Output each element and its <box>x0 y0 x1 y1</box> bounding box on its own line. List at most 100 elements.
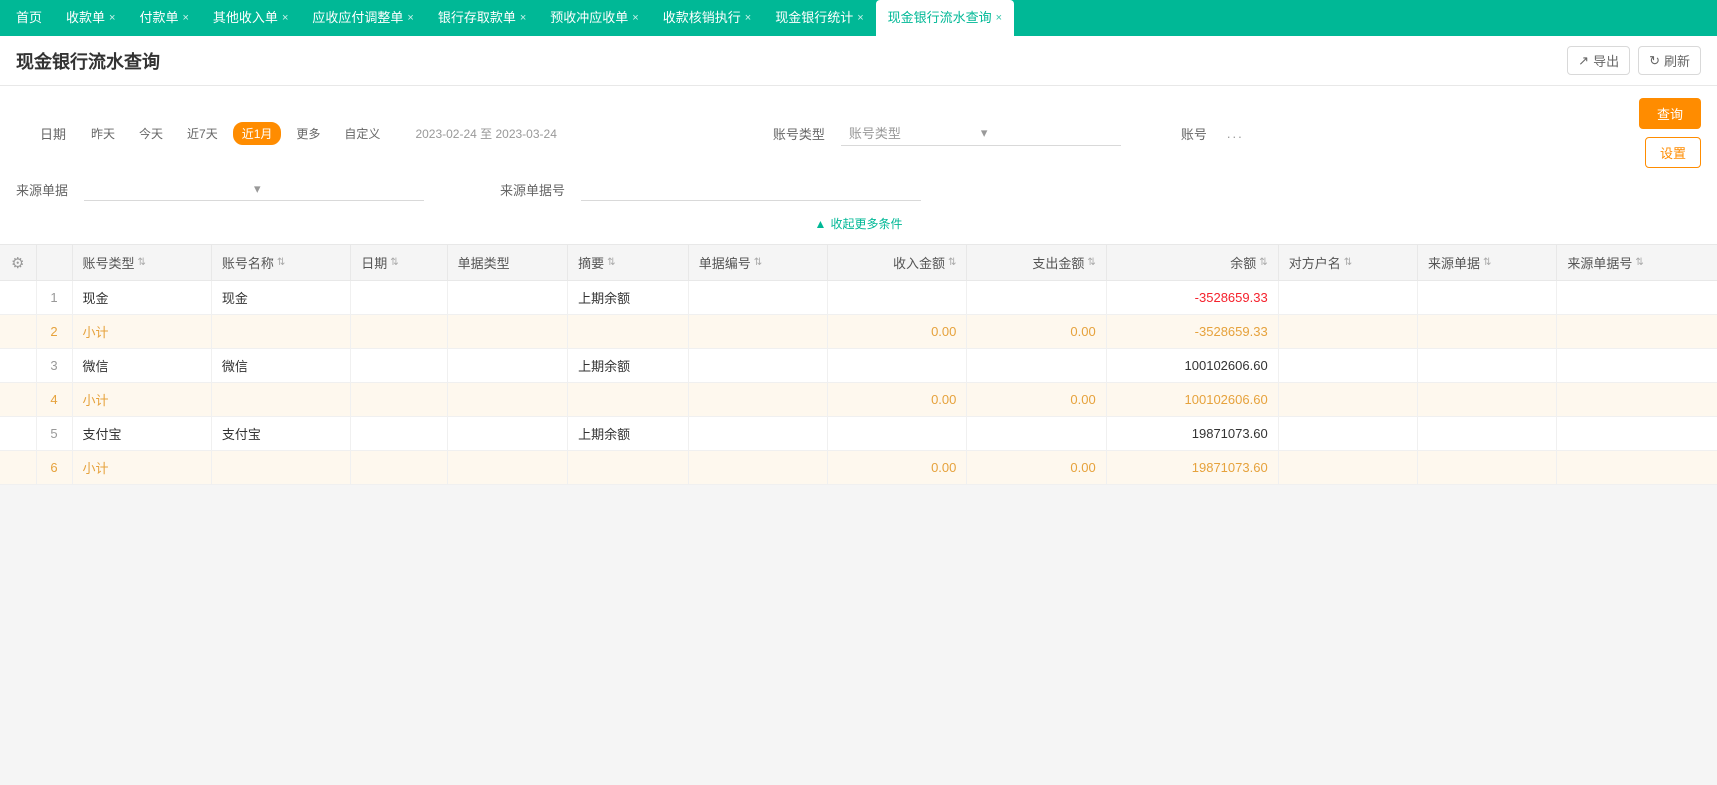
cell-account-name <box>211 315 350 349</box>
chevron-down-icon: ▾ <box>254 181 416 197</box>
account-type-select[interactable]: 账号类型 ▾ <box>841 120 1121 146</box>
source-doc-no-input[interactable] <box>581 179 921 201</box>
close-icon[interactable]: × <box>109 0 115 36</box>
cell-gear <box>0 417 36 451</box>
cell-date <box>351 383 447 417</box>
cell-counterpart <box>1278 349 1417 383</box>
cell-source-doc-no <box>1557 417 1717 451</box>
table-body: 1 现金 现金 上期余额 -3528659.33 2 小计 0.00 0.00 … <box>0 281 1717 485</box>
nav-bank-deposit[interactable]: 银行存取款单 × <box>426 0 538 36</box>
date-btn-7days[interactable]: 近7天 <box>178 122 227 145</box>
close-icon[interactable]: × <box>745 0 751 36</box>
cell-expense <box>967 417 1106 451</box>
date-btn-custom[interactable]: 自定义 <box>335 122 389 145</box>
col-doc-no[interactable]: 单据编号⇅ <box>688 245 827 281</box>
col-expense[interactable]: 支出金额⇅ <box>967 245 1106 281</box>
close-icon[interactable]: × <box>520 0 526 36</box>
export-button[interactable]: ↗ 导出 <box>1567 46 1630 75</box>
sort-icon: ⇅ <box>277 257 285 268</box>
source-doc-select[interactable]: ▾ <box>84 178 424 201</box>
cell-balance: -3528659.33 <box>1106 281 1278 315</box>
source-doc-label: 来源单据 <box>16 180 68 199</box>
nav-home[interactable]: 首页 <box>4 0 54 36</box>
collapse-bar[interactable]: ▲ 收起更多条件 <box>16 211 1701 236</box>
col-account-type[interactable]: 账号类型⇅ <box>72 245 211 281</box>
filter-row-source: 来源单据 ▾ 来源单据号 <box>16 178 1701 201</box>
cell-expense <box>967 349 1106 383</box>
page-title: 现金银行流水查询 <box>16 48 160 74</box>
cell-account-type: 微信 <box>72 349 211 383</box>
nav-receipt-exec[interactable]: 收款核销执行 × <box>651 0 763 36</box>
close-icon[interactable]: × <box>282 0 288 36</box>
close-icon[interactable]: × <box>182 0 188 36</box>
cell-summary <box>568 383 689 417</box>
cell-num: 4 <box>36 383 72 417</box>
cell-income <box>828 417 967 451</box>
cell-source-doc-no <box>1557 315 1717 349</box>
cell-doc-no <box>688 281 827 315</box>
account-ellipsis[interactable]: ... <box>1223 126 1248 141</box>
sort-icon: ⇅ <box>1483 257 1491 268</box>
col-source-doc[interactable]: 来源单据⇅ <box>1418 245 1557 281</box>
cell-income <box>828 349 967 383</box>
cell-counterpart <box>1278 383 1417 417</box>
cell-summary <box>568 451 689 485</box>
cell-doc-type <box>447 281 568 315</box>
cell-income: 0.00 <box>828 451 967 485</box>
col-counterpart[interactable]: 对方户名⇅ <box>1278 245 1417 281</box>
cell-account-name: 微信 <box>211 349 350 383</box>
table-row: 1 现金 现金 上期余额 -3528659.33 <box>0 281 1717 315</box>
cell-balance: 100102606.60 <box>1106 383 1278 417</box>
table-row: 6 小计 0.00 0.00 19871073.60 <box>0 451 1717 485</box>
col-income[interactable]: 收入金额⇅ <box>828 245 967 281</box>
query-button[interactable]: 查询 <box>1639 98 1701 129</box>
col-gear: ⚙ <box>0 245 36 281</box>
col-summary[interactable]: 摘要⇅ <box>568 245 689 281</box>
settings-button[interactable]: 设置 <box>1645 137 1701 168</box>
close-icon[interactable]: × <box>996 0 1002 36</box>
table-wrap: ⚙ 账号类型⇅ 账号名称⇅ 日期⇅ 单据类型 摘要⇅ <box>0 245 1717 485</box>
cell-gear <box>0 281 36 315</box>
cell-account-name: 现金 <box>211 281 350 315</box>
date-btn-today[interactable]: 今天 <box>130 122 172 145</box>
nav-other-income[interactable]: 其他收入单 × <box>201 0 300 36</box>
gear-icon[interactable]: ⚙ <box>11 255 24 272</box>
cell-income: 0.00 <box>828 315 967 349</box>
nav-payments[interactable]: 付款单 × <box>127 0 200 36</box>
cell-account-name <box>211 383 350 417</box>
source-doc-no-label: 来源单据号 <box>500 180 565 199</box>
refresh-icon: ↻ <box>1649 53 1660 69</box>
cell-num: 3 <box>36 349 72 383</box>
sort-icon: ⇅ <box>754 257 762 268</box>
account-type-label: 账号类型 <box>773 124 825 143</box>
close-icon[interactable]: × <box>407 0 413 36</box>
col-balance[interactable]: 余额⇅ <box>1106 245 1278 281</box>
cell-doc-type <box>447 451 568 485</box>
date-btn-more[interactable]: 更多 <box>287 122 329 145</box>
cell-doc-no <box>688 383 827 417</box>
cell-income <box>828 281 967 315</box>
sort-icon: ⇅ <box>1344 257 1352 268</box>
source-doc-no-field[interactable] <box>589 182 913 197</box>
nav-ar-ap-adjust[interactable]: 应收应付调整单 × <box>300 0 425 36</box>
col-account-name[interactable]: 账号名称⇅ <box>211 245 350 281</box>
nav-cash-bank-flow[interactable]: 现金银行流水查询 × <box>876 0 1014 36</box>
close-icon[interactable]: × <box>632 0 638 36</box>
right-buttons: 查询 设置 <box>1639 98 1701 168</box>
cell-account-type: 现金 <box>72 281 211 315</box>
cell-num: 2 <box>36 315 72 349</box>
sort-icon: ⇅ <box>1259 257 1267 268</box>
cell-counterpart <box>1278 315 1417 349</box>
close-icon[interactable]: × <box>857 0 863 36</box>
date-btn-yesterday[interactable]: 昨天 <box>82 122 124 145</box>
nav-receipts[interactable]: 收款单 × <box>54 0 127 36</box>
cell-account-name: 支付宝 <box>211 417 350 451</box>
nav-cash-bank-stats[interactable]: 现金银行统计 × <box>763 0 875 36</box>
col-date[interactable]: 日期⇅ <box>351 245 447 281</box>
col-source-doc-no[interactable]: 来源单据号⇅ <box>1557 245 1717 281</box>
refresh-button[interactable]: ↻ 刷新 <box>1638 46 1701 75</box>
date-btn-1month[interactable]: 近1月 <box>233 122 282 145</box>
cell-source-doc <box>1418 315 1557 349</box>
cell-counterpart <box>1278 417 1417 451</box>
nav-prepaid[interactable]: 预收冲应收单 × <box>538 0 650 36</box>
